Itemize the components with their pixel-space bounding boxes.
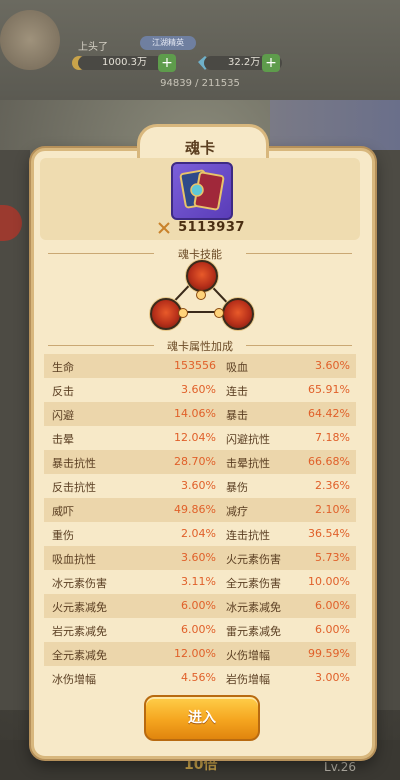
attr-value: 2.36%	[315, 479, 350, 492]
attr-name: 闪避抗性	[226, 433, 270, 446]
skills-area	[40, 260, 360, 332]
table-row: 反击抗性 3.60% 暴伤 2.36%	[44, 474, 356, 498]
attr-value: 3.60%	[181, 551, 216, 564]
attr-name: 减疗	[226, 505, 248, 518]
attr-name: 全元素减免	[52, 649, 107, 662]
attr-name: 连击	[226, 385, 248, 398]
attr-value: 28.70%	[174, 455, 216, 468]
attr-name: 岩元素减免	[52, 625, 107, 638]
attr-value: 66.68%	[308, 455, 350, 468]
skill-node-icon	[214, 308, 224, 318]
flame-claw-skill-icon[interactable]	[222, 298, 254, 330]
guild-tag: 江湖精英	[140, 36, 196, 50]
avatar	[0, 10, 60, 70]
card-book-icon	[179, 169, 225, 211]
attr-value: 153556	[174, 359, 216, 372]
table-row: 冰伤增幅 4.56% 岩伤增幅 3.00%	[44, 666, 356, 690]
player-name: 上头了	[78, 42, 108, 53]
power-value: 5113937	[178, 219, 245, 235]
attr-name: 闪避	[52, 409, 74, 422]
attr-value: 3.60%	[315, 359, 350, 372]
attr-value: 2.10%	[315, 503, 350, 516]
attr-value: 2.04%	[181, 527, 216, 540]
attr-value: 10.00%	[308, 575, 350, 588]
attr-value: 64.42%	[308, 407, 350, 420]
table-row: 暴击抗性 28.70% 击晕抗性 66.68%	[44, 450, 356, 474]
add-gold-button[interactable]: +	[158, 54, 176, 72]
attr-name: 岩伤增幅	[226, 673, 270, 686]
attr-value: 65.91%	[308, 383, 350, 396]
table-row: 全元素减免 12.00% 火伤增幅 99.59%	[44, 642, 356, 666]
attr-name: 反击	[52, 385, 74, 398]
attr-value: 36.54%	[308, 527, 350, 540]
attr-value: 6.00%	[315, 599, 350, 612]
attr-name: 威吓	[52, 505, 74, 518]
attributes-table: 生命 153556 吸血 3.60% 反击 3.60% 连击 65.91% 闪避 14.06% 暴击…	[44, 354, 356, 690]
attr-name: 暴击抗性	[52, 457, 96, 470]
attr-name: 生命	[52, 361, 74, 374]
level-label: Lv.26	[324, 760, 356, 774]
attr-name: 反击抗性	[52, 481, 96, 494]
table-row: 火元素减免 6.00% 冰元素减免 6.00%	[44, 594, 356, 618]
attr-name: 重伤	[52, 529, 74, 542]
table-row: 重伤 2.04% 连击抗性 36.54%	[44, 522, 356, 546]
attr-value: 3.60%	[181, 383, 216, 396]
enter-button[interactable]: 进入	[144, 695, 260, 741]
table-row: 反击 3.60% 连击 65.91%	[44, 378, 356, 402]
exp-progress: 94839 / 211535	[160, 78, 240, 89]
table-row: 威吓 49.86% 减疗 2.10%	[44, 498, 356, 522]
panel-title: 魂卡	[184, 139, 215, 157]
crossed-swords-icon	[158, 221, 170, 234]
skill-node-icon	[196, 290, 206, 300]
table-row: 生命 153556 吸血 3.60%	[44, 354, 356, 378]
table-row: 闪避 14.06% 暴击 64.42%	[44, 402, 356, 426]
attr-name: 暴击	[226, 409, 248, 422]
attr-value: 99.59%	[308, 647, 350, 660]
table-row: 击晕 12.04% 闪避抗性 7.18%	[44, 426, 356, 450]
attr-name: 暴伤	[226, 481, 248, 494]
attr-name: 冰伤增幅	[52, 673, 96, 686]
attr-value: 14.06%	[174, 407, 216, 420]
attributes-header: 魂卡属性加成	[167, 340, 233, 353]
attr-name: 冰元素伤害	[52, 577, 107, 590]
attr-value: 4.56%	[181, 671, 216, 684]
attr-value: 12.04%	[174, 431, 216, 444]
attr-name: 吸血抗性	[52, 553, 96, 566]
add-diamond-button[interactable]: +	[262, 54, 280, 72]
skill-node-icon	[178, 308, 188, 318]
attr-name: 火伤增幅	[226, 649, 270, 662]
attr-value: 3.00%	[315, 671, 350, 684]
table-row: 岩元素减免 6.00% 雷元素减免 6.00%	[44, 618, 356, 642]
attr-value: 7.18%	[315, 431, 350, 444]
attr-value: 3.11%	[181, 575, 216, 588]
attr-value: 6.00%	[181, 599, 216, 612]
soul-card-icon[interactable]	[171, 162, 233, 220]
table-row: 冰元素伤害 3.11% 全元素伤害 10.00%	[44, 570, 356, 594]
power-display: 5113937	[157, 218, 245, 236]
fire-skill-icon[interactable]	[186, 260, 218, 292]
resource-gold: 1000.3万	[78, 56, 169, 70]
attr-name: 连击抗性	[226, 529, 270, 542]
attr-value: 6.00%	[181, 623, 216, 636]
attr-value: 5.73%	[315, 551, 350, 564]
attr-name: 击晕抗性	[226, 457, 270, 470]
attr-value: 3.60%	[181, 479, 216, 492]
attr-name: 吸血	[226, 361, 248, 374]
table-row: 吸血抗性 3.60% 火元素伤害 5.73%	[44, 546, 356, 570]
attr-name: 击晕	[52, 433, 74, 446]
attr-name: 火元素减免	[52, 601, 107, 614]
attr-value: 12.00%	[174, 647, 216, 660]
attr-value: 49.86%	[174, 503, 216, 516]
attr-value: 6.00%	[315, 623, 350, 636]
